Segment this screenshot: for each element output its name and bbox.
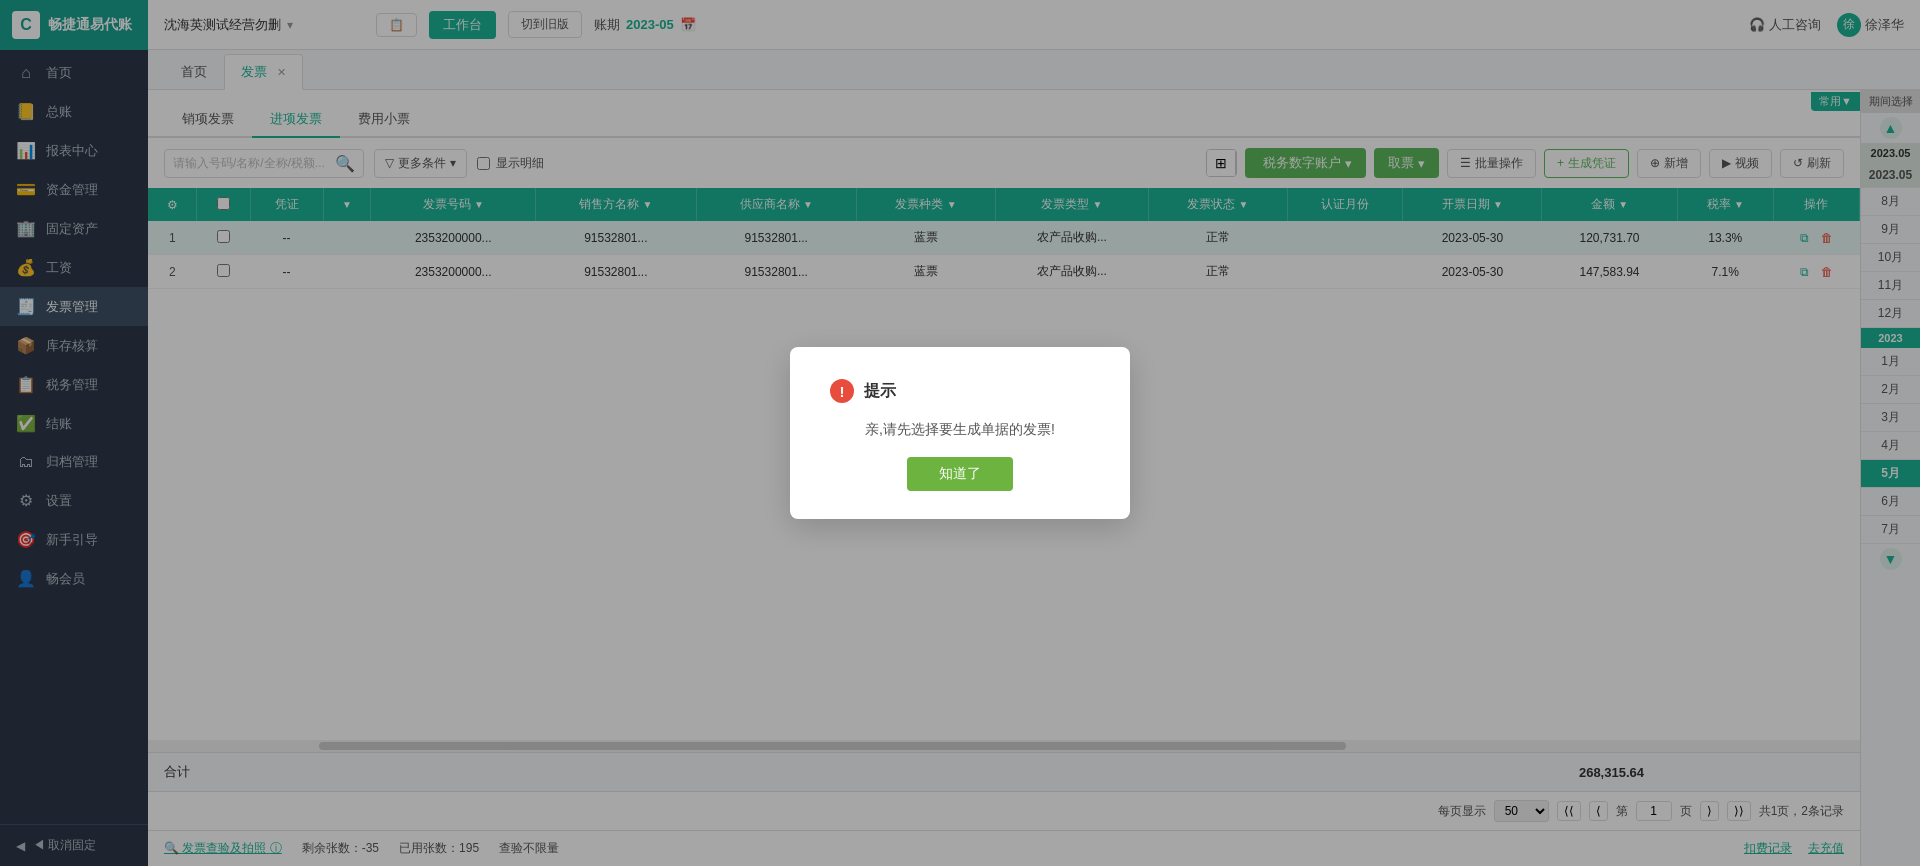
modal-overlay: ! 提示 亲,请先选择要生成单据的发票! 知道了: [0, 0, 1920, 866]
modal-title: 提示: [864, 381, 896, 402]
modal-title-row: ! 提示: [830, 379, 896, 403]
modal-dialog: ! 提示 亲,请先选择要生成单据的发票! 知道了: [790, 347, 1130, 519]
modal-body: 亲,请先选择要生成单据的发票!: [865, 421, 1055, 439]
modal-confirm-btn[interactable]: 知道了: [907, 457, 1013, 491]
modal-warn-icon: !: [830, 379, 854, 403]
